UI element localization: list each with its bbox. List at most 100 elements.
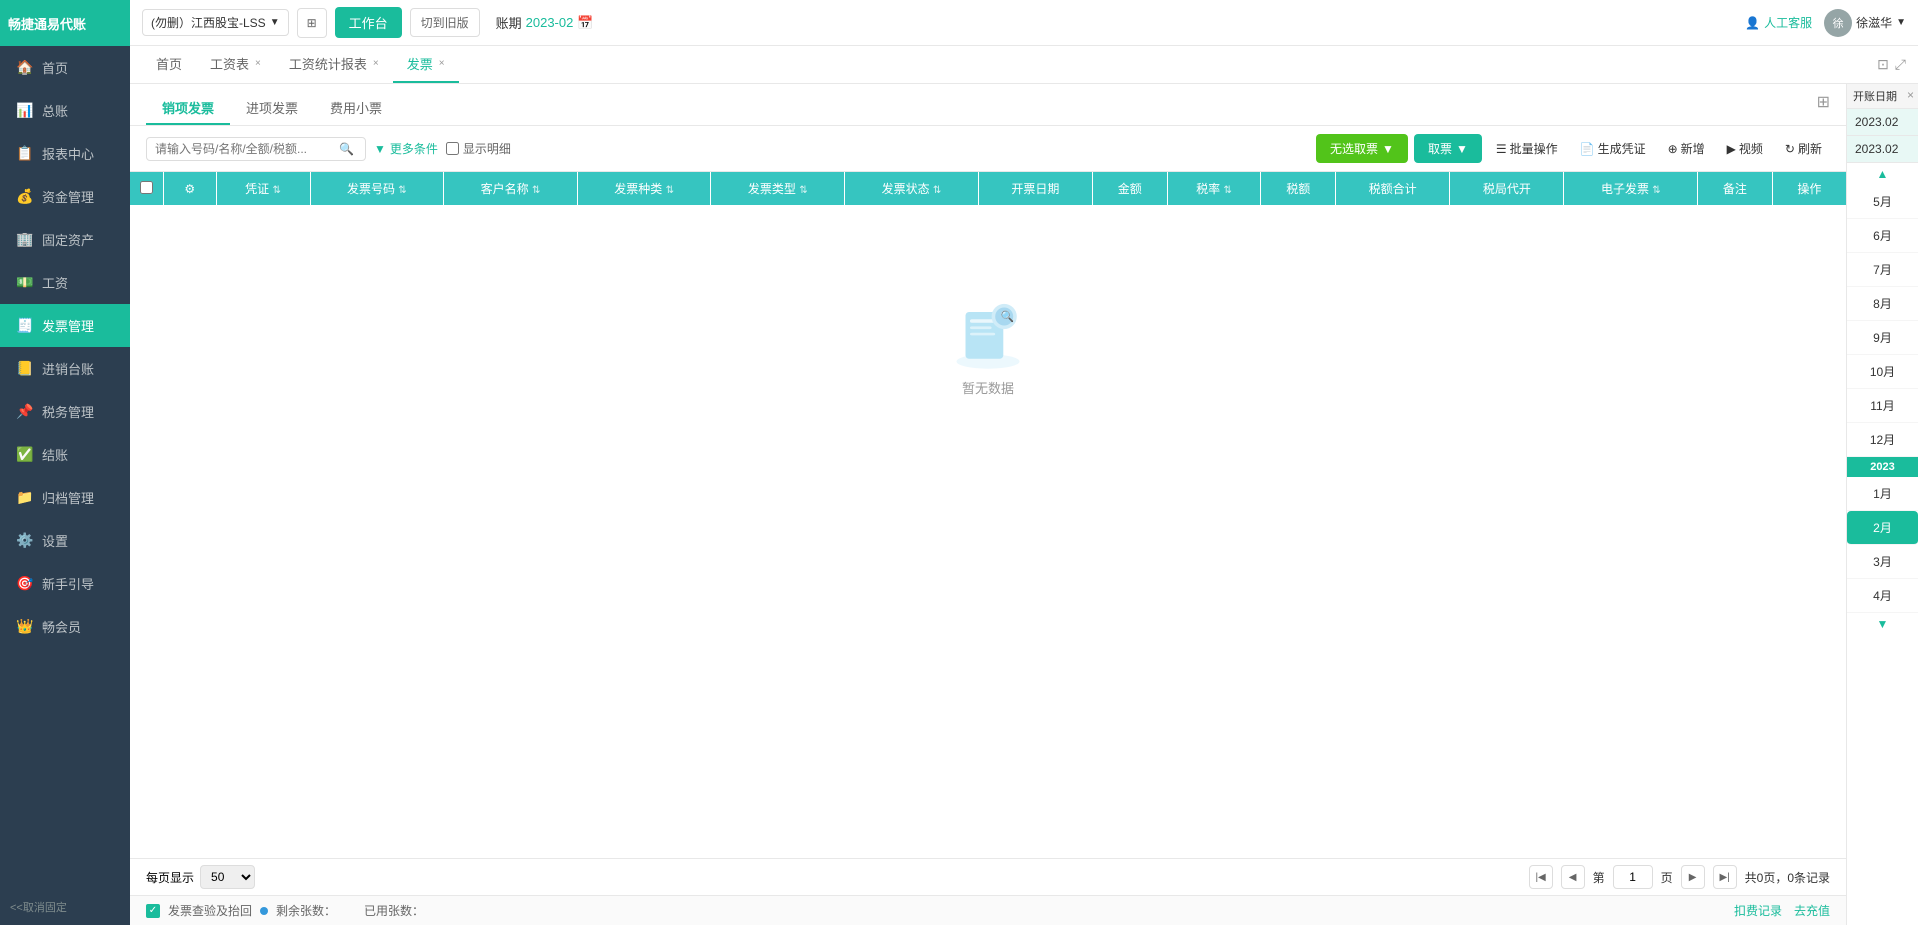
select-all-checkbox[interactable] [140,181,153,194]
sidebar-item-close[interactable]: ✅ 结账 [0,433,130,476]
show-detail-checkbox[interactable]: 显示明细 [446,140,511,157]
date-month-2[interactable]: 2月 [1847,511,1918,545]
refresh-button[interactable]: ↻ 刷新 [1777,136,1830,161]
date-month-5[interactable]: 5月 [1847,185,1918,219]
tab-invoice[interactable]: 发票 × [393,46,459,83]
sidebar-item-settings[interactable]: ⚙️ 设置 [0,519,130,562]
invoice-icon: 🧾 [16,317,34,334]
sidebar-item-salary[interactable]: 💵 工资 [0,261,130,304]
sort-tax-rate-icon: ⇅ [1223,185,1231,196]
sidebar-item-trade[interactable]: 📒 进销台账 [0,347,130,390]
company-selector[interactable]: (勿删）江西股宝-LSS ▼ [142,9,289,36]
date-month-10[interactable]: 10月 [1847,355,1918,389]
th-tax-total[interactable]: 税额合计 [1335,172,1449,205]
date-month-11[interactable]: 11月 [1847,389,1918,423]
search-icon[interactable]: 🔍 [339,142,354,156]
sidebar-item-label: 结账 [42,445,68,464]
month-10-label: 10月 [1870,363,1895,380]
window-expand-icon[interactable]: ⤢ [1895,56,1906,73]
tab-salary-stats[interactable]: 工资统计报表 × [275,46,393,83]
th-invoice-no[interactable]: 发票号码 ⇅ [310,172,444,205]
th-open-date[interactable]: 开票日期 [978,172,1092,205]
sidebar-item-member[interactable]: 👑 畅会员 [0,605,130,648]
date-month-12[interactable]: 12月 [1847,423,1918,457]
calendar-icon[interactable]: 📅 [577,15,593,31]
search-input[interactable] [155,142,335,156]
th-settings[interactable]: ⚙ [164,172,217,205]
sidebar-item-home[interactable]: 🏠 首页 [0,46,130,89]
tab-salary-stats-label: 工资统计报表 [289,54,367,73]
take-ticket-button[interactable]: 取票 ▼ [1414,134,1482,163]
th-voucher[interactable]: 凭证 ⇅ [216,172,310,205]
th-customer[interactable]: 客户名称 ⇅ [444,172,578,205]
filter-button[interactable]: ▼ 更多条件 [374,140,438,157]
sidebar-item-funds[interactable]: 💰 资金管理 [0,175,130,218]
date-month-6[interactable]: 6月 [1847,219,1918,253]
th-tax-bureau[interactable]: 税局代开 [1450,172,1564,205]
th-invoice-kind[interactable]: 发票类型 ⇅ [711,172,845,205]
subtab-expense[interactable]: 费用小票 [314,92,398,125]
no-select-button[interactable]: 无选取票 ▼ [1316,134,1408,163]
date-month-3[interactable]: 3月 [1847,545,1918,579]
th-invoice-status[interactable]: 发票状态 ⇅ [845,172,979,205]
new-button[interactable]: ⊕ 新增 [1660,136,1713,161]
first-page-button[interactable]: |◀ [1529,865,1553,889]
month-7-label: 7月 [1873,261,1892,278]
th-e-invoice[interactable]: 电子发票 ⇅ [1564,172,1698,205]
sidebar-item-invoice[interactable]: 🧾 发票管理 [0,304,130,347]
workbench-button[interactable]: 工作台 [335,7,402,38]
sidebar-pin-toggle[interactable]: <<取消固定 [0,889,130,925]
service-button[interactable]: 👤 人工客服 [1745,14,1812,31]
sidebar-item-tax[interactable]: 📌 税务管理 [0,390,130,433]
tab-invoice-close[interactable]: × [439,58,445,69]
fee-records-link[interactable]: 扣费记录 [1734,902,1782,919]
th-tax-amount[interactable]: 税额 [1261,172,1336,205]
th-invoice-type[interactable]: 发票种类 ⇅ [577,172,711,205]
subtab-sales[interactable]: 销项发票 [146,92,230,125]
show-detail-input[interactable] [446,142,459,155]
tab-salary[interactable]: 工资表 × [196,46,275,83]
th-action[interactable]: 操作 [1772,172,1846,205]
sidebar-item-ledger[interactable]: 📊 总账 [0,89,130,132]
tab-home[interactable]: 首页 [142,46,196,83]
sidebar-item-reports[interactable]: 📋 报表中心 [0,132,130,175]
ledger-icon: 📊 [16,102,34,119]
video-button[interactable]: ▶ 视频 [1719,136,1771,161]
gen-voucher-button[interactable]: 📄 生成凭证 [1572,136,1654,161]
date-month-4[interactable]: 4月 [1847,579,1918,613]
date-scroll-up[interactable]: ▲ [1847,163,1918,185]
switch-version-button[interactable]: 切到旧版 [410,8,480,37]
sidebar-item-label: 畅会员 [42,617,81,636]
date-month-1[interactable]: 1月 [1847,477,1918,511]
date-panel-close-icon[interactable]: × [1907,88,1914,102]
th-remark[interactable]: 备注 [1698,172,1773,205]
per-page-select[interactable]: 50 10 20 100 [200,865,255,889]
date-year-2023-02-first[interactable]: 2023.02 [1847,109,1918,136]
th-tax-rate[interactable]: 税率 ⇅ [1167,172,1261,205]
sidebar-item-assets[interactable]: 🏢 固定资产 [0,218,130,261]
batch-op-button[interactable]: ☰ 批量操作 [1488,136,1566,161]
date-month-7[interactable]: 7月 [1847,253,1918,287]
page-number-input[interactable] [1613,865,1653,889]
maximize-icon[interactable]: ⊡ [1877,56,1889,73]
prev-page-button[interactable]: ◀ [1561,865,1585,889]
recharge-link[interactable]: 去充值 [1794,902,1830,919]
th-checkbox[interactable] [130,172,164,205]
date-month-8[interactable]: 8月 [1847,287,1918,321]
date-year-2023-02-second[interactable]: 2023.02 [1847,136,1918,163]
date-scroll-down[interactable]: ▼ [1847,613,1918,635]
last-page-button[interactable]: ▶| [1713,865,1737,889]
grid-settings-icon[interactable]: ⊞ [1817,94,1830,111]
tab-salary-close[interactable]: × [255,58,261,69]
company-settings-icon[interactable]: ⊞ [297,8,327,38]
search-box[interactable]: 🔍 [146,137,366,161]
date-month-9[interactable]: 9月 [1847,321,1918,355]
user-menu[interactable]: 徐 徐滋华 ▼ [1824,9,1906,37]
next-page-button[interactable]: ▶ [1681,865,1705,889]
th-amount[interactable]: 金额 [1093,172,1168,205]
tab-salary-stats-close[interactable]: × [373,58,379,69]
subtab-purchase[interactable]: 进项发票 [230,92,314,125]
sidebar-item-guide[interactable]: 🎯 新手引导 [0,562,130,605]
sidebar-item-archive[interactable]: 📁 归档管理 [0,476,130,519]
date-year-marker: 2023 [1847,457,1918,477]
